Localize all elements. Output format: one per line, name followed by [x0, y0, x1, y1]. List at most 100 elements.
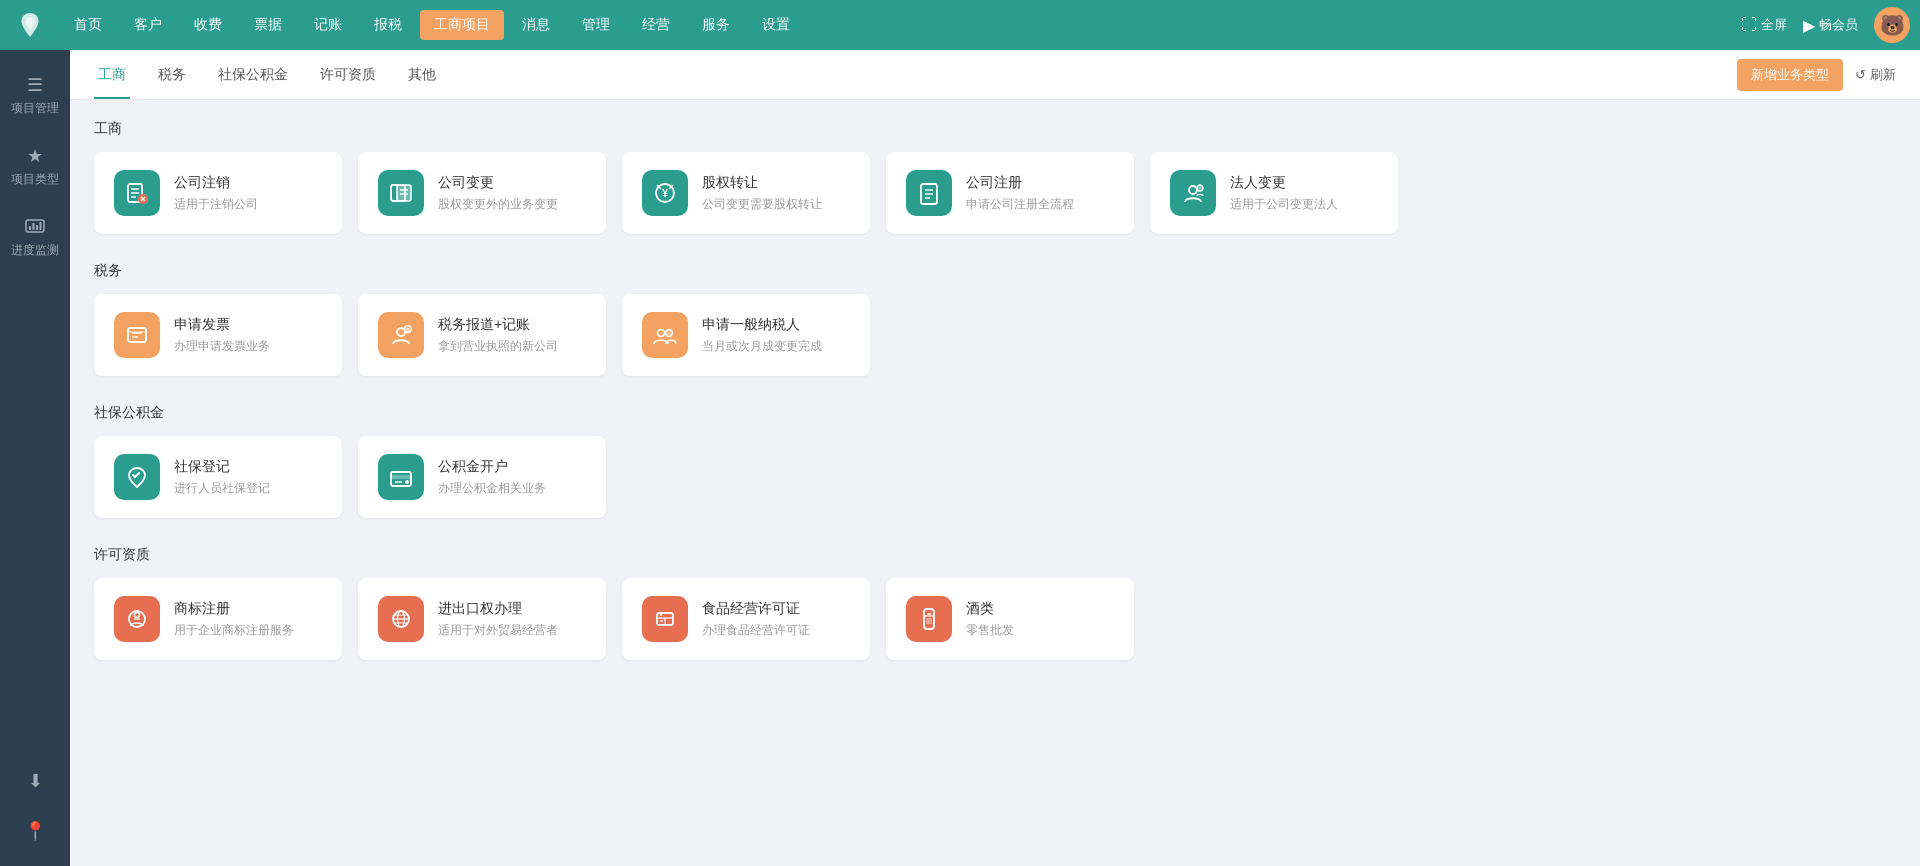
svg-point-31	[658, 330, 665, 337]
tab-other[interactable]: 其他	[404, 50, 440, 99]
card-icon-tax-accounting: $	[378, 312, 424, 358]
svg-point-32	[666, 330, 673, 337]
card-general-taxpayer[interactable]: 申请一般纳税人 当月或次月成变更完成	[622, 294, 870, 376]
list-icon: ☰	[24, 74, 46, 96]
sidebar-item-location[interactable]: 📍	[24, 806, 46, 856]
tab-tax[interactable]: 税务	[154, 50, 190, 99]
card-equity-transfer[interactable]: ¥ 股权转让 公司变更需要股权转让	[622, 152, 870, 234]
card-icon-food-license	[642, 596, 688, 642]
cards-grid-tax: 申请发票 办理申请发票业务 $	[94, 294, 1896, 376]
card-title-liquor: 酒类	[966, 600, 1014, 618]
refresh-icon: ↺	[1855, 67, 1866, 82]
card-info-tax-accounting: 税务报道+记账 拿到营业执照的新公司	[438, 316, 558, 355]
card-desc-company-cancel: 适用于注销公司	[174, 196, 258, 213]
card-desc-import-export: 适用于对外贸易经营者	[438, 622, 558, 639]
tab-bar: 工商 税务 社保公积金 许可资质 其他 新增业务类型 ↺ 刷新	[70, 50, 1920, 100]
card-info-company-register: 公司注册 申请公司注册全流程	[966, 174, 1074, 213]
nav-settings[interactable]: 设置	[748, 10, 804, 40]
card-desc-fund-account: 办理公积金相关业务	[438, 480, 546, 497]
card-title-company-register: 公司注册	[966, 174, 1074, 192]
svg-text:¥: ¥	[662, 188, 668, 199]
card-company-change[interactable]: 公司变更 股权变更外的业务变更	[358, 152, 606, 234]
card-icon-company-cancel	[114, 170, 160, 216]
card-apply-invoice[interactable]: 申请发票 办理申请发票业务	[94, 294, 342, 376]
section-title-social: 社保公积金	[94, 404, 1896, 422]
nav-service[interactable]: 服务	[688, 10, 744, 40]
fullscreen-icon: ⛶	[1741, 16, 1757, 34]
tab-list: 工商 税务 社保公积金 许可资质 其他	[94, 50, 1737, 99]
section-title-license: 许可资质	[94, 546, 1896, 564]
svg-point-23	[1197, 185, 1203, 191]
logo	[10, 5, 50, 45]
section-industry: 工商	[94, 120, 1896, 234]
add-type-button[interactable]: 新增业务类型	[1737, 59, 1843, 91]
card-legal-change[interactable]: 法人变更 适用于公司变更法人	[1150, 152, 1398, 234]
scroll-content[interactable]: 工商	[70, 100, 1920, 866]
card-desc-equity-transfer: 公司变更需要股权转让	[702, 196, 822, 213]
card-company-cancel[interactable]: 公司注销 适用于注销公司	[94, 152, 342, 234]
avatar[interactable]: 🐻	[1874, 7, 1910, 43]
card-import-export[interactable]: 进出口权办理 适用于对外贸易经营者	[358, 578, 606, 660]
card-title-fund-account: 公积金开户	[438, 458, 546, 476]
card-liquor[interactable]: 酒类 零售批发	[886, 578, 1134, 660]
card-icon-liquor	[906, 596, 952, 642]
sidebar-item-progress-monitor[interactable]: 进度监测	[0, 202, 70, 273]
fullscreen-button[interactable]: ⛶ 全屏	[1741, 16, 1787, 34]
nav-customer[interactable]: 客户	[120, 10, 176, 40]
sidebar-item-project-type[interactable]: ★ 项目类型	[0, 131, 70, 202]
main-layout: ☰ 项目管理 ★ 项目类型 进度监测 ⬇ �	[0, 50, 1920, 866]
nav-invoice[interactable]: 票据	[240, 10, 296, 40]
nav-accounting[interactable]: 记账	[300, 10, 356, 40]
vip-button[interactable]: ▶ 畅会员	[1803, 16, 1858, 35]
nav-message[interactable]: 消息	[508, 10, 564, 40]
nav-tax[interactable]: 报税	[360, 10, 416, 40]
card-icon-import-export	[378, 596, 424, 642]
card-trademark[interactable]: 商标注册 用于企业商标注册服务	[94, 578, 342, 660]
nav-home[interactable]: 首页	[60, 10, 116, 40]
nav-industry[interactable]: 工商项目	[420, 10, 504, 40]
refresh-button[interactable]: ↺ 刷新	[1855, 66, 1896, 84]
tab-industry[interactable]: 工商	[94, 50, 130, 99]
card-icon-social-insurance	[114, 454, 160, 500]
card-title-food-license: 食品经营许可证	[702, 600, 810, 618]
nav-fee[interactable]: 收费	[180, 10, 236, 40]
svg-point-35	[405, 480, 409, 484]
monitor-icon	[24, 216, 46, 238]
card-tax-accounting[interactable]: $ 税务报道+记账 拿到营业执照的新公司	[358, 294, 606, 376]
tab-license[interactable]: 许可资质	[316, 50, 380, 99]
card-desc-food-license: 办理食品经营许可证	[702, 622, 810, 639]
svg-rect-4	[40, 222, 42, 230]
card-title-company-cancel: 公司注销	[174, 174, 258, 192]
card-title-trademark: 商标注册	[174, 600, 294, 618]
card-info-general-taxpayer: 申请一般纳税人 当月或次月成变更完成	[702, 316, 822, 355]
card-icon-equity-transfer: ¥	[642, 170, 688, 216]
card-desc-trademark: 用于企业商标注册服务	[174, 622, 294, 639]
card-company-register[interactable]: 公司注册 申请公司注册全流程	[886, 152, 1134, 234]
sidebar-item-project-manage[interactable]: ☰ 项目管理	[0, 60, 70, 131]
card-icon-general-taxpayer	[642, 312, 688, 358]
svg-rect-24	[128, 328, 146, 342]
card-info-social-insurance: 社保登记 进行人员社保登记	[174, 458, 270, 497]
card-social-insurance[interactable]: 社保登记 进行人员社保登记	[94, 436, 342, 518]
top-nav: 首页 客户 收费 票据 记账 报税 工商项目 消息 管理 经营 服务 设置 ⛶ …	[0, 0, 1920, 50]
card-title-apply-invoice: 申请发票	[174, 316, 270, 334]
top-nav-right: ⛶ 全屏 ▶ 畅会员 🐻	[1741, 7, 1910, 43]
nav-operation[interactable]: 经营	[628, 10, 684, 40]
card-title-tax-accounting: 税务报道+记账	[438, 316, 558, 334]
card-food-license[interactable]: 食品经营许可证 办理食品经营许可证	[622, 578, 870, 660]
card-fund-account[interactable]: 公积金开户 办理公积金相关业务	[358, 436, 606, 518]
card-title-import-export: 进出口权办理	[438, 600, 558, 618]
card-desc-legal-change: 适用于公司变更法人	[1230, 196, 1338, 213]
card-info-apply-invoice: 申请发票 办理申请发票业务	[174, 316, 270, 355]
tab-social-fund[interactable]: 社保公积金	[214, 50, 292, 99]
sidebar-label-project-manage: 项目管理	[11, 100, 59, 117]
card-info-import-export: 进出口权办理 适用于对外贸易经营者	[438, 600, 558, 639]
nav-manage[interactable]: 管理	[568, 10, 624, 40]
sidebar-item-download[interactable]: ⬇	[24, 756, 46, 806]
svg-rect-2	[33, 223, 35, 230]
card-title-company-change: 公司变更	[438, 174, 558, 192]
svg-rect-1	[29, 226, 31, 230]
card-icon-company-register	[906, 170, 952, 216]
svg-rect-13	[397, 185, 411, 201]
card-info-company-cancel: 公司注销 适用于注销公司	[174, 174, 258, 213]
